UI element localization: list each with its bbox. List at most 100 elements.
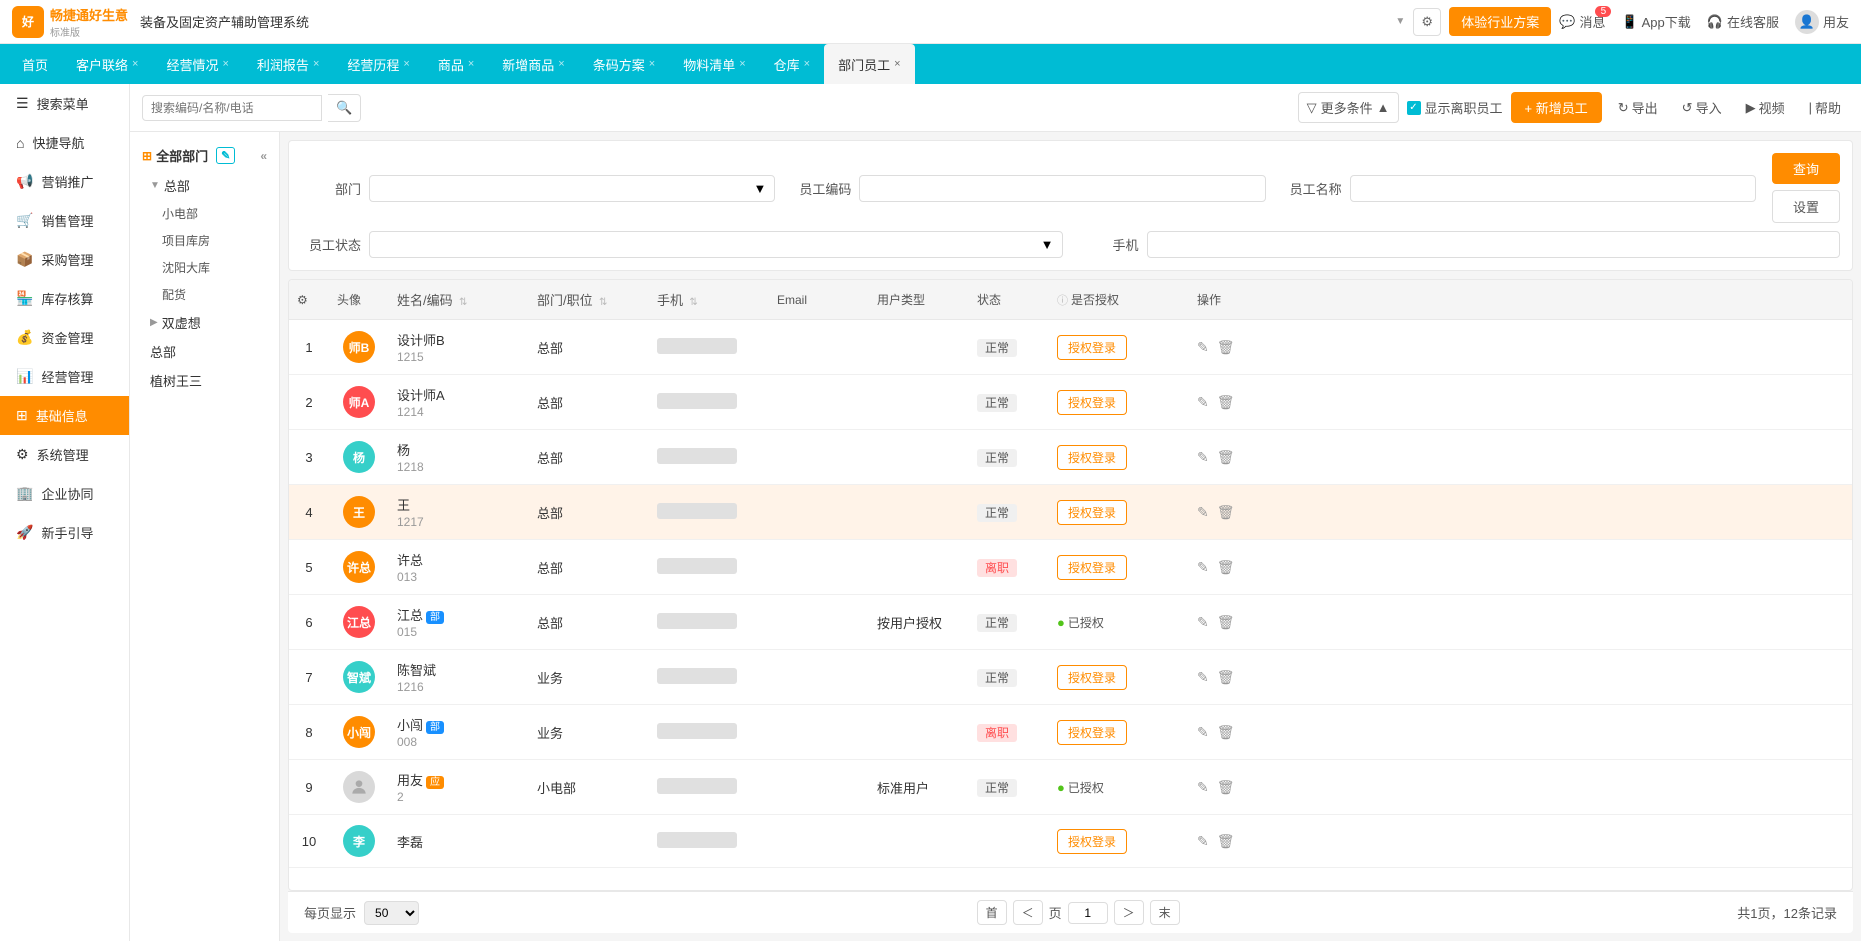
- edit-icon[interactable]: ✎: [1197, 504, 1209, 521]
- close-icon[interactable]: ×: [739, 58, 745, 70]
- page-size-select[interactable]: 50 100 200: [364, 901, 419, 925]
- authorize-login-btn[interactable]: 授权登录: [1057, 335, 1127, 360]
- edit-icon[interactable]: ✎: [1197, 394, 1209, 411]
- tab-department[interactable]: 部门员工 ×: [824, 44, 914, 84]
- authorize-login-btn[interactable]: 授权登录: [1057, 665, 1127, 690]
- tab-warehouse[interactable]: 仓库 ×: [760, 44, 824, 84]
- delete-icon[interactable]: 🗑: [1217, 833, 1235, 850]
- tab-operation[interactable]: 经营情况 ×: [152, 44, 242, 84]
- delete-icon[interactable]: 🗑: [1217, 559, 1235, 576]
- export-btn[interactable]: ↻ 导出: [1610, 93, 1666, 122]
- sidebar-item-guide[interactable]: 🚀 新手引导: [0, 513, 129, 552]
- filter-status-select[interactable]: ▼: [369, 231, 1063, 258]
- close-icon[interactable]: ×: [649, 58, 655, 70]
- search-employee-input[interactable]: [142, 95, 322, 121]
- tab-home[interactable]: 首页: [8, 44, 62, 84]
- tab-history[interactable]: 经营历程 ×: [333, 44, 423, 84]
- delete-icon[interactable]: 🗑: [1217, 449, 1235, 466]
- sidebar-item-basic[interactable]: ⊞ 基础信息: [0, 396, 129, 435]
- close-icon[interactable]: ×: [132, 58, 138, 70]
- authorize-login-btn[interactable]: 授权登录: [1057, 445, 1127, 470]
- view-btn[interactable]: ▶ 视频: [1738, 93, 1793, 122]
- dept-node-peihuo[interactable]: 配货: [138, 281, 279, 308]
- edit-icon[interactable]: ✎: [1197, 559, 1209, 576]
- filter-dept-select[interactable]: ▼: [369, 175, 775, 202]
- query-btn[interactable]: 查询: [1772, 153, 1840, 184]
- dept-edit-icon[interactable]: ✎: [216, 147, 235, 164]
- show-resigned-toggle[interactable]: ✓ 显示离职员工: [1407, 98, 1503, 117]
- authorize-login-btn[interactable]: 授权登录: [1057, 555, 1127, 580]
- sidebar-item-marketing[interactable]: 📢 营销推广: [0, 162, 129, 201]
- message-btn[interactable]: 💬 消息 5: [1559, 12, 1605, 31]
- delete-icon[interactable]: 🗑: [1217, 779, 1235, 796]
- sidebar-item-enterprise[interactable]: 🏢 企业协同: [0, 474, 129, 513]
- user-btn[interactable]: 👤 用友: [1795, 10, 1849, 34]
- dept-group-header-double[interactable]: ▶ 双虚想: [138, 308, 279, 337]
- delete-icon[interactable]: 🗑: [1217, 394, 1235, 411]
- close-icon[interactable]: ×: [222, 58, 228, 70]
- dept-group-header-zongbu[interactable]: 总部: [138, 337, 279, 366]
- sidebar-item-finance[interactable]: 💰 资金管理: [0, 318, 129, 357]
- dept-group-header-planting[interactable]: 植树王三: [138, 366, 279, 395]
- filter-phone-input[interactable]: [1147, 231, 1841, 258]
- dept-group-header-main[interactable]: ▼ 总部: [138, 171, 279, 200]
- dept-collapse-icon[interactable]: «: [260, 149, 267, 163]
- system-title-dropdown-icon[interactable]: ▼: [1395, 16, 1405, 27]
- col-name-code[interactable]: 姓名/编码 ⇅: [389, 280, 529, 320]
- delete-icon[interactable]: 🗑: [1217, 614, 1235, 631]
- close-icon[interactable]: ×: [468, 58, 474, 70]
- resigned-checkbox[interactable]: ✓: [1407, 101, 1421, 115]
- dept-node-shenyang[interactable]: 沈阳大库: [138, 254, 279, 281]
- edit-icon[interactable]: ✎: [1197, 339, 1209, 356]
- edit-icon[interactable]: ✎: [1197, 449, 1209, 466]
- add-employee-btn[interactable]: + 新增员工: [1511, 92, 1602, 123]
- tab-goods[interactable]: 商品 ×: [424, 44, 488, 84]
- more-filter-btn[interactable]: ▽ 更多条件 ▲: [1298, 92, 1399, 123]
- tab-customer[interactable]: 客户联络 ×: [62, 44, 152, 84]
- sidebar-item-quicknav[interactable]: ⌂ 快捷导航: [0, 123, 129, 162]
- dept-tree-all[interactable]: ⊞ 全部部门 ✎ «: [130, 140, 279, 171]
- last-page-btn[interactable]: 末: [1150, 900, 1180, 925]
- sort-phone-icon[interactable]: ⇅: [689, 297, 697, 308]
- tab-add-goods[interactable]: 新增商品 ×: [488, 44, 578, 84]
- delete-icon[interactable]: 🗑: [1217, 339, 1235, 356]
- edit-icon[interactable]: ✎: [1197, 779, 1209, 796]
- edit-icon[interactable]: ✎: [1197, 724, 1209, 741]
- delete-icon[interactable]: 🗑: [1217, 504, 1235, 521]
- delete-icon[interactable]: 🗑: [1217, 669, 1235, 686]
- sidebar-item-operation[interactable]: 📊 经营管理: [0, 357, 129, 396]
- close-icon[interactable]: ×: [313, 58, 319, 70]
- edit-icon[interactable]: ✎: [1197, 614, 1209, 631]
- sort-name-icon[interactable]: ⇅: [459, 297, 467, 308]
- col-settings[interactable]: ⚙: [289, 280, 329, 320]
- filter-name-input[interactable]: [1350, 175, 1756, 202]
- col-phone[interactable]: 手机 ⇅: [649, 280, 769, 320]
- prev-page-btn[interactable]: ＜: [1013, 900, 1043, 925]
- import-btn[interactable]: ↺ 导入: [1674, 93, 1730, 122]
- sidebar-item-search[interactable]: ☰ 搜索菜单: [0, 84, 129, 123]
- close-icon[interactable]: ×: [403, 58, 409, 70]
- search-employee-btn[interactable]: 🔍: [328, 94, 361, 122]
- edit-icon[interactable]: ✎: [1197, 833, 1209, 850]
- col-dept[interactable]: 部门/职位 ⇅: [529, 280, 649, 320]
- sidebar-item-system[interactable]: ⚙ 系统管理: [0, 435, 129, 474]
- delete-icon[interactable]: 🗑: [1217, 724, 1235, 741]
- filter-code-input[interactable]: [859, 175, 1265, 202]
- settings-icon[interactable]: ⚙: [1413, 8, 1441, 36]
- sidebar-item-inventory[interactable]: 🏪 库存核算: [0, 279, 129, 318]
- authorize-login-btn[interactable]: 授权登录: [1057, 390, 1127, 415]
- trial-btn[interactable]: 体验行业方案: [1449, 7, 1551, 36]
- close-icon[interactable]: ×: [804, 58, 810, 70]
- tab-profit[interactable]: 利润报告 ×: [243, 44, 333, 84]
- help-btn[interactable]: | 帮助: [1801, 93, 1849, 122]
- app-download-btn[interactable]: 📱 App下载: [1621, 12, 1690, 31]
- dept-node-project[interactable]: 项目库房: [138, 227, 279, 254]
- page-number-input[interactable]: [1068, 902, 1108, 924]
- set-btn[interactable]: 设置: [1772, 190, 1840, 223]
- tab-barcode[interactable]: 条码方案 ×: [579, 44, 669, 84]
- authorize-login-btn[interactable]: 授权登录: [1057, 720, 1127, 745]
- next-page-btn[interactable]: ＞: [1114, 900, 1144, 925]
- authorize-login-btn[interactable]: 授权登录: [1057, 500, 1127, 525]
- close-icon[interactable]: ×: [558, 58, 564, 70]
- tab-bom[interactable]: 物料清单 ×: [669, 44, 759, 84]
